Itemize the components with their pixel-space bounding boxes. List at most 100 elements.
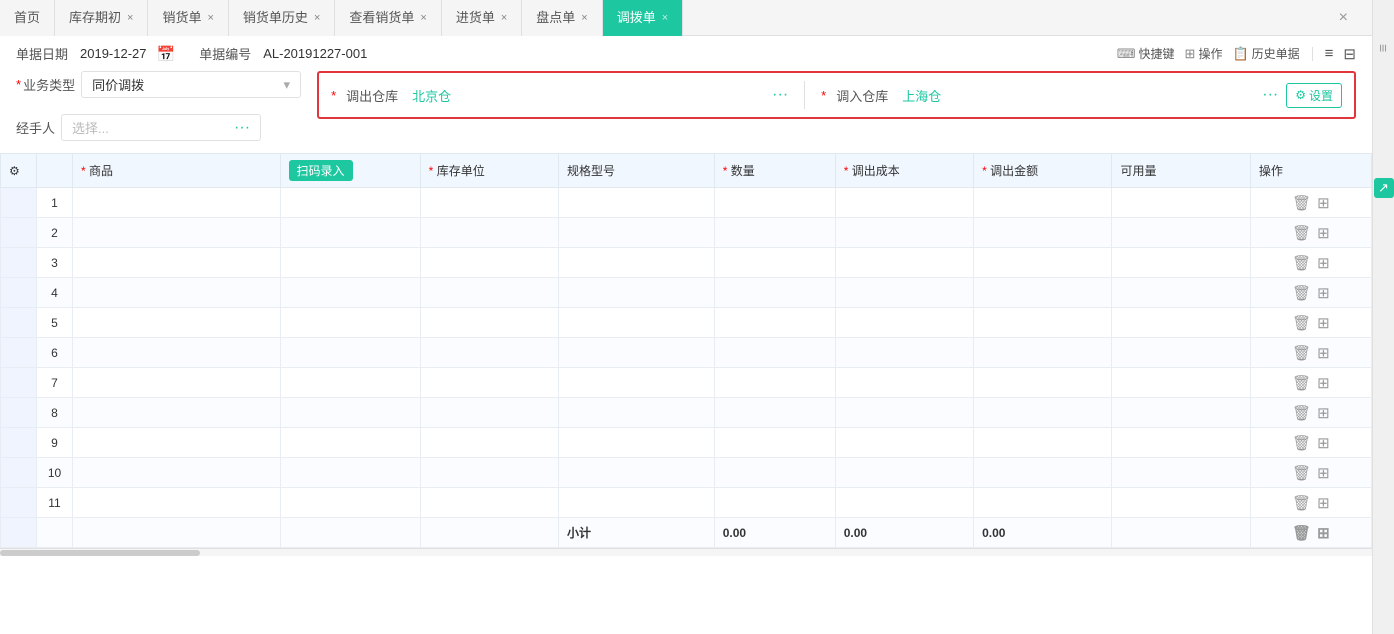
tab-close-stocktake[interactable]: × (581, 0, 587, 36)
copy-row-icon[interactable]: ⊞ (1317, 434, 1330, 452)
row-product[interactable] (73, 308, 281, 338)
row-qty[interactable] (714, 338, 835, 368)
row-spec[interactable] (559, 188, 715, 218)
side-export-btn[interactable]: ↗ (1374, 178, 1394, 198)
row-amount[interactable] (974, 188, 1112, 218)
delete-row-icon[interactable]: 🗑 (1292, 254, 1311, 272)
quick-key-action[interactable]: ⌨ 快捷键 (1117, 45, 1175, 62)
history-doc-action[interactable]: 📋 历史单据 (1232, 45, 1299, 62)
tab-close-sales-history[interactable]: × (314, 0, 320, 36)
biz-type-select[interactable]: 同价调拨 ▾ (81, 71, 301, 98)
row-spec[interactable] (559, 308, 715, 338)
row-amount[interactable] (974, 368, 1112, 398)
copy-row-icon[interactable]: ⊞ (1317, 404, 1330, 422)
row-unit[interactable] (420, 398, 558, 428)
row-unit[interactable] (420, 458, 558, 488)
row-cost[interactable] (835, 278, 973, 308)
row-amount[interactable] (974, 458, 1112, 488)
row-unit[interactable] (420, 188, 558, 218)
row-cost[interactable] (835, 488, 973, 518)
side-list-icon[interactable]: ≡ (1376, 40, 1392, 56)
row-amount[interactable] (974, 338, 1112, 368)
row-cost[interactable] (835, 368, 973, 398)
tab-close-purchase[interactable]: × (501, 0, 507, 36)
in-warehouse-more-icon[interactable]: ··· (1262, 86, 1278, 104)
row-qty[interactable] (714, 278, 835, 308)
operations-action[interactable]: ⊞ 操作 (1185, 45, 1223, 62)
delete-row-icon[interactable]: 🗑 (1292, 224, 1311, 242)
row-product[interactable] (73, 278, 281, 308)
row-qty[interactable] (714, 248, 835, 278)
copy-row-icon[interactable]: ⊞ (1317, 224, 1330, 242)
row-cost[interactable] (835, 458, 973, 488)
tab-inventory-init[interactable]: 库存期初 × (55, 0, 148, 36)
tab-stocktake[interactable]: 盘点单 × (522, 0, 602, 36)
copy-row-icon[interactable]: ⊞ (1317, 254, 1330, 272)
delete-row-icon[interactable]: 🗑 (1292, 404, 1311, 422)
row-unit[interactable] (420, 368, 558, 398)
row-qty[interactable] (714, 458, 835, 488)
subtotal-copy-icon[interactable]: ⊞ (1317, 524, 1330, 542)
delete-row-icon[interactable]: 🗑 (1292, 344, 1311, 362)
row-amount[interactable] (974, 308, 1112, 338)
row-amount[interactable] (974, 488, 1112, 518)
horizontal-scrollbar[interactable] (0, 548, 1372, 556)
scroll-thumb-horizontal[interactable] (0, 550, 200, 556)
row-cost[interactable] (835, 218, 973, 248)
copy-row-icon[interactable]: ⊞ (1317, 284, 1330, 302)
delete-row-icon[interactable]: 🗑 (1292, 284, 1311, 302)
row-cost[interactable] (835, 338, 973, 368)
row-product[interactable] (73, 188, 281, 218)
tab-close-sales-order[interactable]: × (207, 0, 213, 36)
settings-button[interactable]: ⚙ 设置 (1286, 83, 1342, 108)
tab-home[interactable]: 首页 (0, 0, 55, 36)
row-cost[interactable] (835, 398, 973, 428)
row-spec[interactable] (559, 458, 715, 488)
row-amount[interactable] (974, 218, 1112, 248)
out-warehouse-more-icon[interactable]: ··· (772, 86, 788, 104)
copy-row-icon[interactable]: ⊞ (1317, 314, 1330, 332)
row-amount[interactable] (974, 278, 1112, 308)
row-amount[interactable] (974, 248, 1112, 278)
delete-row-icon[interactable]: 🗑 (1292, 464, 1311, 482)
row-spec[interactable] (559, 248, 715, 278)
row-unit[interactable] (420, 248, 558, 278)
tab-close-transfer[interactable]: × (662, 0, 668, 36)
row-qty[interactable] (714, 218, 835, 248)
row-cost[interactable] (835, 188, 973, 218)
copy-row-icon[interactable]: ⊞ (1317, 194, 1330, 212)
th-gear[interactable]: ⚙ (1, 154, 37, 188)
delete-row-icon[interactable]: 🗑 (1292, 314, 1311, 332)
doc-date-value[interactable]: 2019-12-27 (80, 46, 147, 61)
in-warehouse-value[interactable]: 上海仓 (902, 86, 941, 105)
scan-button[interactable]: 扫码录入 (289, 160, 353, 181)
row-qty[interactable] (714, 398, 835, 428)
row-product[interactable] (73, 428, 281, 458)
row-qty[interactable] (714, 428, 835, 458)
row-unit[interactable] (420, 338, 558, 368)
subtotal-delete-icon[interactable]: 🗑 (1292, 524, 1311, 542)
row-spec[interactable] (559, 398, 715, 428)
row-product[interactable] (73, 398, 281, 428)
copy-row-icon[interactable]: ⊞ (1317, 344, 1330, 362)
row-qty[interactable] (714, 368, 835, 398)
delete-row-icon[interactable]: 🗑 (1292, 434, 1311, 452)
copy-row-icon[interactable]: ⊞ (1317, 374, 1330, 392)
row-cost[interactable] (835, 428, 973, 458)
table-view-action[interactable]: ≡ (1325, 45, 1334, 62)
row-unit[interactable] (420, 278, 558, 308)
tab-transfer[interactable]: 调拨单 × (603, 0, 683, 36)
row-product[interactable] (73, 218, 281, 248)
row-unit[interactable] (420, 428, 558, 458)
tab-sales-history[interactable]: 销货单历史 × (229, 0, 335, 36)
row-unit[interactable] (420, 218, 558, 248)
row-spec[interactable] (559, 488, 715, 518)
row-unit[interactable] (420, 308, 558, 338)
row-qty[interactable] (714, 188, 835, 218)
copy-row-icon[interactable]: ⊞ (1317, 494, 1330, 512)
tab-close-inventory-init[interactable]: × (127, 0, 133, 36)
calendar-icon[interactable]: 📅 (157, 45, 176, 63)
tab-close-view-sales[interactable]: × (420, 0, 426, 36)
row-product[interactable] (73, 458, 281, 488)
close-all-tabs[interactable]: × (1339, 0, 1348, 36)
